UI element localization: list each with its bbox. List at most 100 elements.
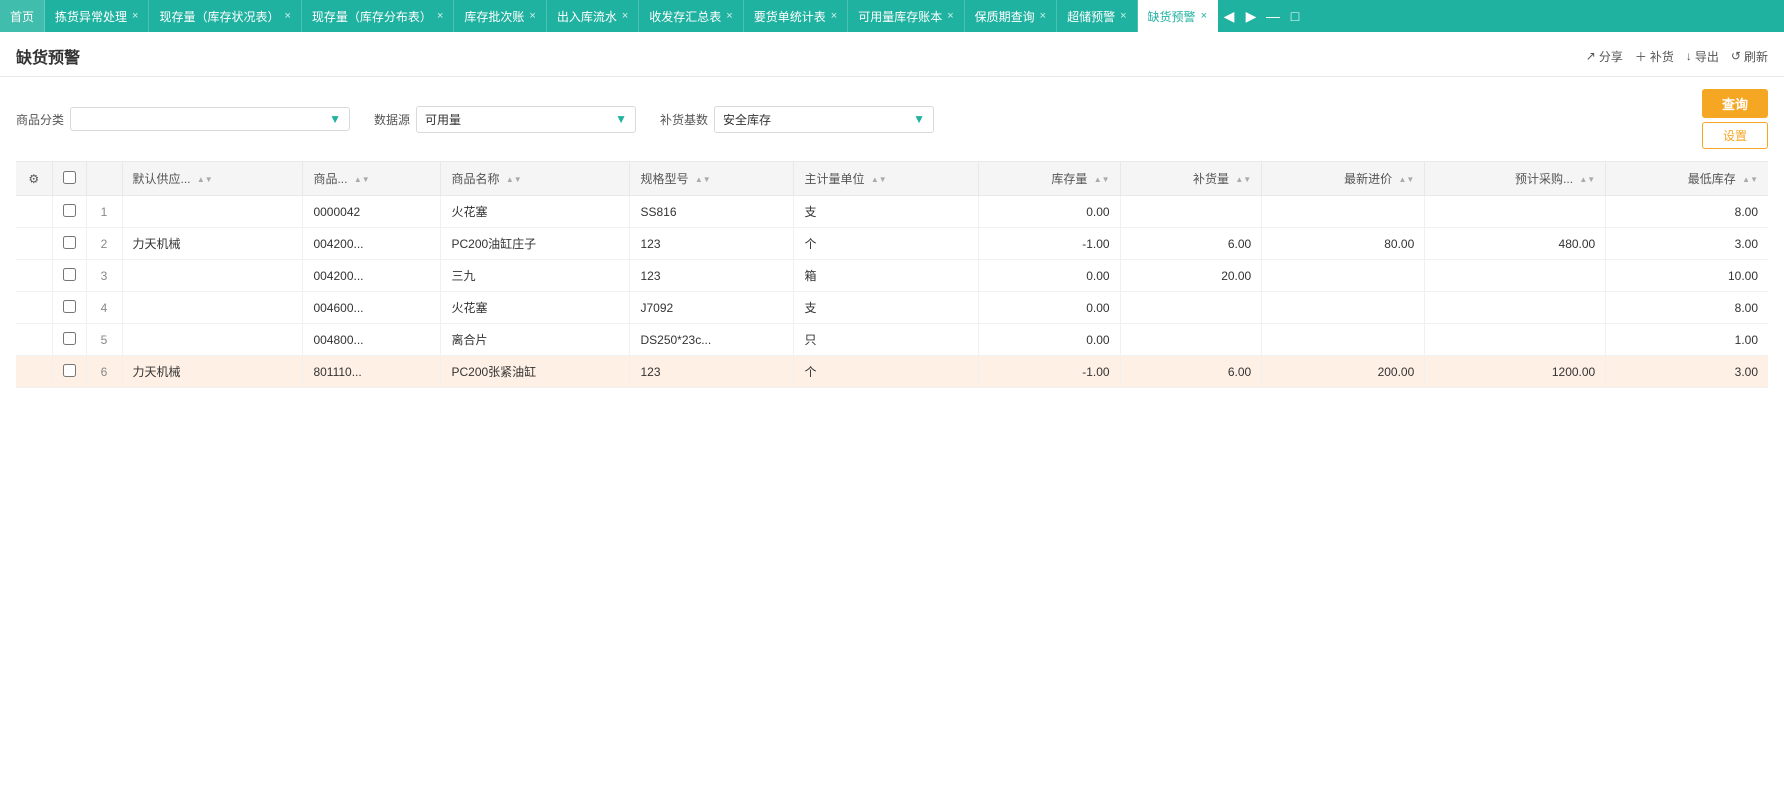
- tab-close-8[interactable]: ×: [947, 10, 953, 22]
- row-unit-1: 个: [794, 228, 979, 260]
- row-stock-2: 0.00: [979, 260, 1121, 292]
- row-settings-cell: [16, 260, 52, 292]
- export-button[interactable]: ↓ 导出: [1686, 48, 1719, 65]
- tab-stockout-warning[interactable]: 缺货预警 ×: [1138, 0, 1218, 32]
- window-maximize-btn[interactable]: □: [1284, 0, 1306, 32]
- tab-close-11[interactable]: ×: [1201, 10, 1207, 22]
- sort-supplier-icon: ▲▼: [197, 176, 213, 184]
- row-latest-price-4: [1262, 324, 1425, 356]
- col-header-supplier[interactable]: 默认供应... ▲▼: [122, 162, 303, 196]
- row-index-2: 3: [86, 260, 122, 292]
- row-settings-cell: [16, 292, 52, 324]
- tab-stock-flow[interactable]: 出入库流水 ×: [547, 0, 639, 32]
- col-header-spec[interactable]: 规格型号 ▲▼: [630, 162, 794, 196]
- row-product-code-5: 801110...: [303, 356, 441, 388]
- row-latest-price-3: [1262, 292, 1425, 324]
- col-header-product-name[interactable]: 商品名称 ▲▼: [441, 162, 630, 196]
- row-replenish-qty-2: 20.00: [1120, 260, 1262, 292]
- replenish-base-value: 安全库存: [723, 111, 771, 128]
- query-button[interactable]: 查询: [1702, 89, 1768, 118]
- row-product-name-0: 火花塞: [441, 196, 630, 228]
- row-replenish-qty-0: [1120, 196, 1262, 228]
- row-supplier-3: [122, 292, 303, 324]
- row-replenish-qty-5: 6.00: [1120, 356, 1262, 388]
- tab-close-1[interactable]: ×: [132, 10, 138, 22]
- select-all-checkbox[interactable]: [63, 171, 76, 184]
- row-replenish-qty-3: [1120, 292, 1262, 324]
- row-product-code-2: 004200...: [303, 260, 441, 292]
- page-header: 缺货预警 ↗ 分享 ＋ 补货 ↓ 导出 ↺ 刷新: [0, 32, 1784, 77]
- sort-min-stock-icon: ▲▼: [1742, 176, 1758, 184]
- sort-product-code-icon: ▲▼: [354, 176, 370, 184]
- col-header-settings[interactable]: ⚙: [16, 162, 52, 196]
- export-icon: ↓: [1686, 49, 1692, 63]
- row-checkbox-0[interactable]: [63, 204, 76, 217]
- datasource-select-value: 可用量: [425, 111, 461, 128]
- sort-replenish-qty-icon: ▲▼: [1235, 176, 1251, 184]
- table-settings-icon[interactable]: ⚙: [28, 172, 39, 186]
- replenish-base-dropdown-icon: ▼: [913, 112, 925, 126]
- tab-close-2[interactable]: ×: [284, 10, 290, 22]
- filter-bar: 商品分类 ▼ 数据源 可用量 ▼ 补货基数 安全库存 ▼ 查询 设置: [0, 77, 1784, 161]
- row-latest-price-0: [1262, 196, 1425, 228]
- category-filter-group: 商品分类 ▼: [16, 107, 350, 131]
- row-unit-3: 支: [794, 292, 979, 324]
- row-min-stock-4: 1.00: [1606, 324, 1768, 356]
- row-product-name-4: 离合片: [441, 324, 630, 356]
- row-checkbox-3[interactable]: [63, 300, 76, 313]
- row-checkbox-cell: [52, 324, 86, 356]
- table-row: 6 力天机械 801110... PC200张紧油缸 123 个 -1.00 6…: [16, 356, 1768, 388]
- tab-close-10[interactable]: ×: [1120, 10, 1126, 22]
- tab-close-7[interactable]: ×: [831, 10, 837, 22]
- row-supplier-4: [122, 324, 303, 356]
- row-supplier-1: 力天机械: [122, 228, 303, 260]
- tab-close-5[interactable]: ×: [622, 10, 628, 22]
- settings-button[interactable]: 设置: [1702, 122, 1768, 149]
- row-min-stock-0: 8.00: [1606, 196, 1768, 228]
- col-header-stock[interactable]: 库存量 ▲▼: [979, 162, 1121, 196]
- tab-available-ledger[interactable]: 可用量库存账本 ×: [848, 0, 964, 32]
- row-estimated-purchase-2: [1425, 260, 1606, 292]
- replenish-icon: ＋: [1635, 48, 1647, 65]
- filter-actions: 查询 设置: [1702, 89, 1768, 149]
- tab-close-6[interactable]: ×: [726, 10, 732, 22]
- col-header-estimated-purchase[interactable]: 预计采购... ▲▼: [1425, 162, 1606, 196]
- col-header-latest-price[interactable]: 最新进价 ▲▼: [1262, 162, 1425, 196]
- tab-batch-account[interactable]: 库存批次账 ×: [454, 0, 546, 32]
- row-checkbox-5[interactable]: [63, 364, 76, 377]
- share-button[interactable]: ↗ 分享: [1586, 48, 1623, 65]
- table-row: 3 004200... 三九 123 箱 0.00 20.00 10.00: [16, 260, 1768, 292]
- col-header-product-code[interactable]: 商品... ▲▼: [303, 162, 441, 196]
- tab-close-9[interactable]: ×: [1040, 10, 1046, 22]
- tab-close-4[interactable]: ×: [529, 10, 535, 22]
- col-header-min-stock[interactable]: 最低库存 ▲▼: [1606, 162, 1768, 196]
- datasource-select[interactable]: 可用量 ▼: [416, 106, 636, 133]
- row-product-name-3: 火花塞: [441, 292, 630, 324]
- tab-overstock-warning[interactable]: 超储预警 ×: [1057, 0, 1137, 32]
- tab-summary[interactable]: 收发存汇总表 ×: [639, 0, 743, 32]
- tab-picking-exception[interactable]: 拣货异常处理 ×: [45, 0, 149, 32]
- tab-current-stock-distribution[interactable]: 现存量（库存分布表） ×: [302, 0, 454, 32]
- row-checkbox-4[interactable]: [63, 332, 76, 345]
- tab-requisition-stats[interactable]: 要货单统计表 ×: [744, 0, 848, 32]
- row-unit-5: 个: [794, 356, 979, 388]
- row-checkbox-1[interactable]: [63, 236, 76, 249]
- tab-shelf-life[interactable]: 保质期查询 ×: [965, 0, 1057, 32]
- tab-next-btn[interactable]: ▶: [1240, 0, 1262, 32]
- refresh-button[interactable]: ↺ 刷新: [1731, 48, 1768, 65]
- replenish-button[interactable]: ＋ 补货: [1635, 48, 1674, 65]
- col-header-unit[interactable]: 主计量单位 ▲▼: [794, 162, 979, 196]
- tab-close-3[interactable]: ×: [437, 10, 443, 22]
- row-min-stock-5: 3.00: [1606, 356, 1768, 388]
- tab-prev-btn[interactable]: ◀: [1218, 0, 1240, 32]
- window-minimize-btn[interactable]: —: [1262, 0, 1284, 32]
- replenish-base-select[interactable]: 安全库存 ▼: [714, 106, 934, 133]
- category-dropdown-icon: ▼: [329, 112, 341, 126]
- page-title: 缺货预警: [16, 44, 80, 68]
- col-header-replenish-qty[interactable]: 补货量 ▲▼: [1120, 162, 1262, 196]
- tab-current-stock-status[interactable]: 现存量（库存状况表） ×: [149, 0, 301, 32]
- category-select[interactable]: ▼: [70, 107, 350, 131]
- row-product-name-5: PC200张紧油缸: [441, 356, 630, 388]
- row-checkbox-2[interactable]: [63, 268, 76, 281]
- tab-home[interactable]: 首页: [0, 0, 45, 32]
